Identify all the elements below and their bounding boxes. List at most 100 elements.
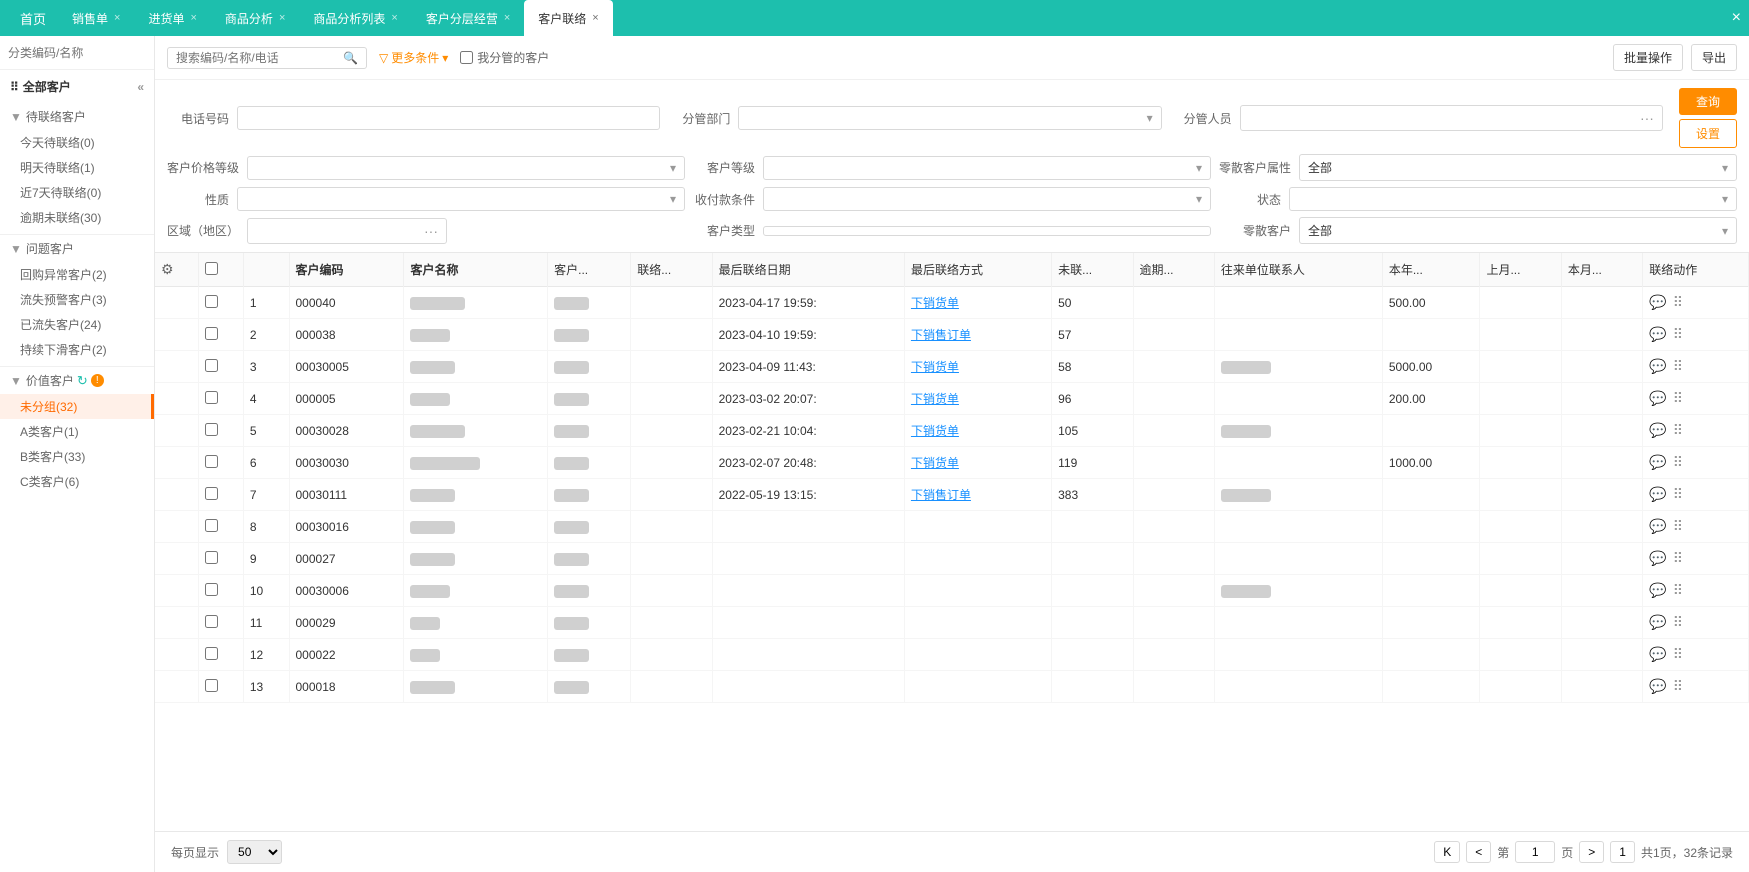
more-icon[interactable]: ⠿	[1673, 614, 1683, 631]
more-icon[interactable]: ⠿	[1673, 358, 1683, 375]
chat-icon[interactable]: 💬	[1649, 358, 1666, 375]
row-checkbox[interactable]	[205, 647, 218, 660]
more-icon[interactable]: ⠿	[1673, 646, 1683, 663]
sidebar-item-tomorrow[interactable]: 明天待联络(1)	[0, 155, 154, 180]
page-number-input[interactable]	[1515, 841, 1555, 863]
sidebar-value-group[interactable]: ▼ 价值客户 ↻ !	[0, 367, 154, 394]
more-icon[interactable]: ⠿	[1673, 390, 1683, 407]
query-button[interactable]: 查询	[1679, 88, 1737, 115]
th-uncontacted[interactable]: 未联...	[1052, 253, 1133, 287]
row-checkbox[interactable]	[205, 391, 218, 404]
collapse-sidebar-icon[interactable]: «	[137, 80, 144, 94]
nav-tab-analysis-list[interactable]: 商品分析列表 ×	[299, 0, 411, 36]
close-customer-ops-tab-icon[interactable]: ×	[504, 12, 510, 24]
th-last-date[interactable]: 最后联络日期	[712, 253, 904, 287]
close-purchase-tab-icon[interactable]: ×	[190, 12, 196, 24]
more-icon[interactable]: ⠿	[1673, 454, 1683, 471]
pay-select[interactable]: ▾	[763, 187, 1211, 211]
chat-icon[interactable]: 💬	[1649, 486, 1666, 503]
sidebar-item-declining[interactable]: 持续下滑客户(2)	[0, 337, 154, 362]
last-method-link[interactable]: 下销售订单	[911, 488, 971, 502]
chat-icon[interactable]: 💬	[1649, 678, 1666, 695]
batch-ops-button[interactable]: 批量操作	[1613, 44, 1683, 71]
last-method-link[interactable]: 下销货单	[911, 456, 959, 470]
my-customers-filter[interactable]: 我分管的客户	[460, 49, 549, 66]
th-code[interactable]: 客户编码	[289, 253, 404, 287]
nav-tab-sales[interactable]: 销售单 ×	[58, 0, 134, 36]
sidebar-search-input[interactable]	[8, 46, 155, 60]
nature-select[interactable]: ▾	[237, 187, 685, 211]
reset-button[interactable]: 设置	[1679, 119, 1737, 148]
price-grade-select[interactable]: ▾	[247, 156, 685, 180]
row-checkbox[interactable]	[205, 519, 218, 532]
row-checkbox[interactable]	[205, 295, 218, 308]
close-window-icon[interactable]: ×	[1732, 9, 1741, 27]
row-checkbox[interactable]	[205, 423, 218, 436]
customer-type-select[interactable]	[763, 226, 1211, 236]
phone-input[interactable]	[237, 106, 660, 130]
export-button[interactable]: 导出	[1691, 44, 1737, 71]
more-icon[interactable]: ⠿	[1673, 550, 1683, 567]
sidebar-item-churn-warning[interactable]: 流失预警客户(3)	[0, 287, 154, 312]
region-select[interactable]: ···	[247, 218, 447, 244]
more-icon[interactable]: ⠿	[1673, 678, 1683, 695]
dots-icon-region[interactable]: ···	[424, 223, 438, 239]
th-overdue[interactable]: 逾期...	[1133, 253, 1214, 287]
first-page-button[interactable]: K	[1434, 841, 1460, 863]
row-checkbox[interactable]	[205, 359, 218, 372]
chat-icon[interactable]: 💬	[1649, 518, 1666, 535]
close-analysis-list-tab-icon[interactable]: ×	[391, 12, 397, 24]
sidebar-item-today[interactable]: 今天待联络(0)	[0, 130, 154, 155]
nav-tab-home[interactable]: 首页	[8, 0, 58, 36]
last-method-link[interactable]: 下销货单	[911, 296, 959, 310]
last-method-link[interactable]: 下销货单	[911, 424, 959, 438]
sidebar-item-class-c[interactable]: C类客户(6)	[0, 469, 154, 494]
row-checkbox[interactable]	[205, 583, 218, 596]
per-page-select[interactable]: 50 100	[227, 840, 282, 864]
more-icon[interactable]: ⠿	[1673, 422, 1683, 439]
nav-tab-analysis[interactable]: 商品分析 ×	[211, 0, 299, 36]
row-checkbox[interactable]	[205, 615, 218, 628]
close-customer-contact-tab-icon[interactable]: ×	[592, 12, 598, 24]
th-this-year[interactable]: 本年...	[1382, 253, 1480, 287]
row-checkbox[interactable]	[205, 327, 218, 340]
my-customers-checkbox[interactable]	[460, 51, 473, 64]
chat-icon[interactable]: 💬	[1649, 294, 1666, 311]
row-checkbox[interactable]	[205, 455, 218, 468]
row-checkbox[interactable]	[205, 551, 218, 564]
chat-icon[interactable]: 💬	[1649, 614, 1666, 631]
sidebar-item-abnormal[interactable]: 回购异常客户(2)	[0, 262, 154, 287]
more-icon[interactable]: ⠿	[1673, 326, 1683, 343]
last-method-link[interactable]: 下销售订单	[911, 328, 971, 342]
main-search-input[interactable]	[176, 51, 343, 65]
select-all-checkbox[interactable]	[205, 262, 218, 275]
status-select[interactable]: ▾	[1289, 187, 1737, 211]
gear-icon[interactable]: ⚙	[161, 261, 174, 277]
chat-icon[interactable]: 💬	[1649, 326, 1666, 343]
sidebar-problem-group[interactable]: ▼ 问题客户	[0, 235, 154, 262]
sidebar-pending-group[interactable]: ▼ 待联络客户	[0, 103, 154, 130]
last-method-link[interactable]: 下销货单	[911, 360, 959, 374]
grade-select[interactable]: ▾	[763, 156, 1211, 180]
th-gear[interactable]: ⚙	[155, 253, 198, 287]
row-checkbox[interactable]	[205, 679, 218, 692]
last-method-link[interactable]: 下销货单	[911, 392, 959, 406]
sidebar-item-class-b[interactable]: B类客户(33)	[0, 444, 154, 469]
nav-tab-purchase[interactable]: 进货单 ×	[134, 0, 210, 36]
close-sales-tab-icon[interactable]: ×	[114, 12, 120, 24]
sidebar-all-customers-header[interactable]: ⠿ 全部客户 «	[0, 70, 154, 103]
refresh-icon[interactable]: ↻	[77, 373, 88, 389]
last-page-button[interactable]: 1	[1610, 841, 1635, 863]
chat-icon[interactable]: 💬	[1649, 390, 1666, 407]
person-select[interactable]: ···	[1240, 105, 1663, 131]
sidebar-item-7days[interactable]: 近7天待联络(0)	[0, 180, 154, 205]
main-search-icon[interactable]: 🔍	[343, 51, 358, 65]
th-last-method[interactable]: 最后联络方式	[904, 253, 1051, 287]
sidebar-item-overdue[interactable]: 逾期未联络(30)	[0, 205, 154, 230]
th-name[interactable]: 客户名称	[404, 253, 548, 287]
dots-icon-person[interactable]: ···	[1640, 110, 1654, 126]
th-liaison[interactable]: 往来单位联系人	[1214, 253, 1382, 287]
th-this-month[interactable]: 本月...	[1561, 253, 1642, 287]
more-conditions-btn[interactable]: ▽ 更多条件 ▾	[379, 49, 448, 66]
th-type[interactable]: 客户...	[548, 253, 631, 287]
